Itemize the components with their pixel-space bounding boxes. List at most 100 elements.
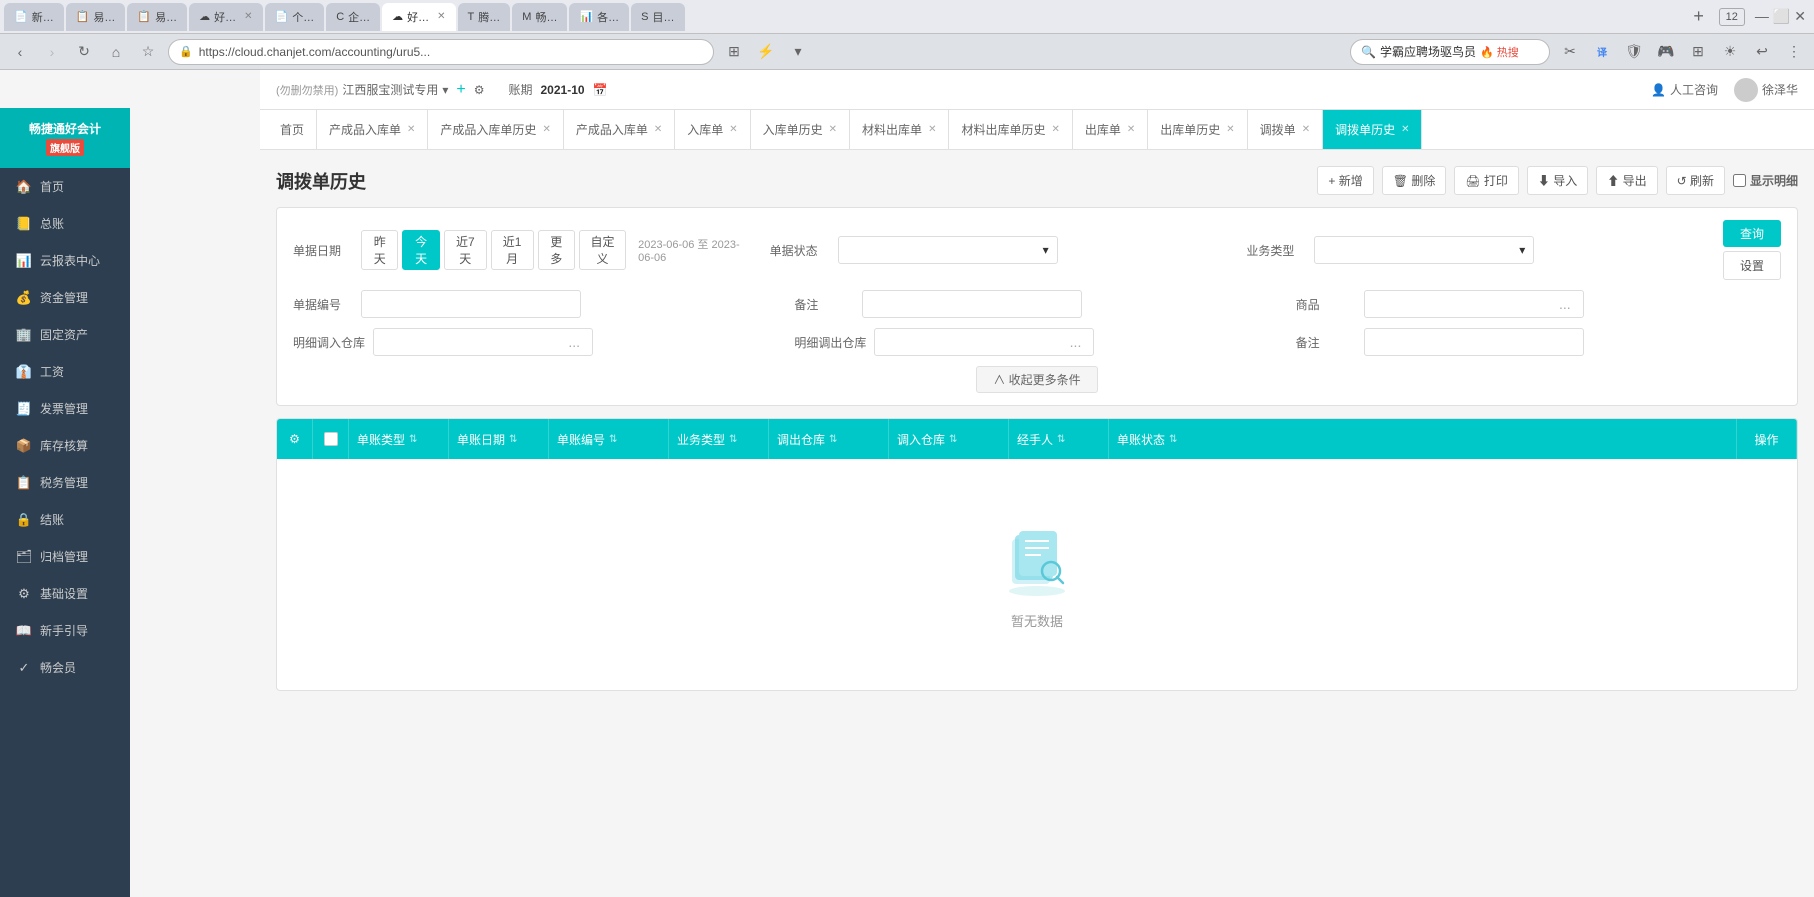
refresh-button[interactable]: ↺ 刷新 xyxy=(1666,166,1725,195)
tab-close-icon[interactable]: ✕ xyxy=(829,124,837,135)
page-tab-6[interactable]: 材料出库单✕ xyxy=(850,110,949,150)
dropdown-button[interactable]: ▾ xyxy=(786,40,810,64)
import-button[interactable]: ⬇ 导入 xyxy=(1527,166,1588,195)
th-date[interactable]: 单账日期 ⇅ xyxy=(449,419,549,459)
browser-tab-t7[interactable]: ☁好…✕ xyxy=(382,3,455,31)
support-button[interactable]: 👤 人工咨询 xyxy=(1651,81,1718,98)
yesterday-btn[interactable]: 昨天 xyxy=(361,230,398,270)
page-tab-5[interactable]: 入库单历史✕ xyxy=(751,110,850,150)
tab-close-icon[interactable]: ✕ xyxy=(928,124,936,135)
remark-input[interactable] xyxy=(862,290,1082,318)
grid-button[interactable]: ⊞ xyxy=(1686,40,1710,64)
setting-button[interactable]: 设置 xyxy=(1723,251,1781,280)
company-selector[interactable]: (勿删勿禁用) 江西服宝测试专用 ▾ xyxy=(276,81,448,98)
tab-close-icon[interactable]: ✕ xyxy=(654,124,662,135)
page-tab-0[interactable]: 首页 xyxy=(268,110,317,150)
sidebar-item-tax[interactable]: 📋税务管理 xyxy=(0,464,130,501)
page-tab-8[interactable]: 出库单✕ xyxy=(1073,110,1148,150)
lightning-button[interactable]: ⚡ xyxy=(754,40,778,64)
undo-button[interactable]: ↩ xyxy=(1750,40,1774,64)
tab-close-icon[interactable]: ✕ xyxy=(407,124,415,135)
sidebar-item-funds[interactable]: 💰资金管理 xyxy=(0,279,130,316)
sidebar-item-guide[interactable]: 📖新手引导 xyxy=(0,612,130,649)
browser-tab-t3[interactable]: 📋易… xyxy=(127,3,187,31)
browser-tab-t9[interactable]: M畅… xyxy=(512,3,567,31)
scissors-button[interactable]: ✂ xyxy=(1558,40,1582,64)
sidebar-item-home[interactable]: 🏠首页 xyxy=(0,168,130,205)
th-no[interactable]: 单账编号 ⇅ xyxy=(549,419,669,459)
page-tab-2[interactable]: 产成品入库单历史✕ xyxy=(428,110,563,150)
reload-button[interactable]: ↻ xyxy=(72,40,96,64)
sidebar-item-closing[interactable]: 🔒结账 xyxy=(0,501,130,538)
custom-btn[interactable]: 自定义 xyxy=(579,230,626,270)
biztype-select[interactable]: ▾ xyxy=(1314,236,1534,264)
th-status[interactable]: 单账状态 ⇅ xyxy=(1109,419,1737,459)
search-bar[interactable]: 🔍 学霸应聘场驱鸟员 🔥 热搜 xyxy=(1350,39,1550,65)
note-input[interactable] xyxy=(1364,328,1584,356)
1month-btn[interactable]: 近1月 xyxy=(491,230,534,270)
sidebar-item-inventory[interactable]: 📦库存核算 xyxy=(0,427,130,464)
browser-tab-t4[interactable]: ☁好…✕ xyxy=(189,3,262,31)
browser-tab-t11[interactable]: S目… xyxy=(631,3,684,31)
page-tab-7[interactable]: 材料出库单历史✕ xyxy=(949,110,1072,150)
export-button[interactable]: ⬆ 导出 xyxy=(1596,166,1657,195)
browser-tab-t2[interactable]: 📋易… xyxy=(66,3,126,31)
browser-tab-t8[interactable]: T腾… xyxy=(458,3,511,31)
sidebar-item-wages[interactable]: 👔工资 xyxy=(0,353,130,390)
tab-close-icon[interactable]: ✕ xyxy=(1127,124,1135,135)
calendar-icon[interactable]: 📅 xyxy=(593,83,608,97)
tab-close-icon[interactable]: ✕ xyxy=(1051,124,1059,135)
sidebar-item-assets[interactable]: 🏢固定资产 xyxy=(0,316,130,353)
collapse-button[interactable]: ∧ 收起更多条件 xyxy=(976,366,1097,393)
page-tab-11[interactable]: 调拨单历史✕ xyxy=(1323,110,1422,150)
settings-icon[interactable]: ⚙ xyxy=(474,83,485,97)
page-tab-10[interactable]: 调拨单✕ xyxy=(1248,110,1323,150)
delete-button[interactable]: 🗑 删除 xyxy=(1382,166,1447,195)
header-checkbox[interactable] xyxy=(324,432,338,446)
tab-close-icon[interactable]: ✕ xyxy=(1226,124,1234,135)
tab-close-icon[interactable]: ✕ xyxy=(1401,124,1409,135)
extensions-button[interactable]: ⊞ xyxy=(722,40,746,64)
status-select[interactable]: ▾ xyxy=(838,236,1058,264)
today-btn[interactable]: 今天 xyxy=(402,230,439,270)
browser-tab-t1[interactable]: 📄新… xyxy=(4,3,64,31)
th-in[interactable]: 调入仓库 ⇅ xyxy=(889,419,1009,459)
url-bar[interactable]: 🔒 https://cloud.chanjet.com/accounting/u… xyxy=(168,39,714,65)
display-detail-checkbox[interactable]: 显示明细 xyxy=(1733,172,1798,189)
tab-close-icon[interactable]: ✕ xyxy=(729,124,737,135)
tab-close-icon[interactable]: ✕ xyxy=(1302,124,1310,135)
tab-close-icon[interactable]: ✕ xyxy=(542,124,550,135)
display-detail-input[interactable] xyxy=(1733,174,1746,187)
th-type[interactable]: 单账类型 ⇅ xyxy=(349,419,449,459)
detail-in-ellipsis[interactable]: ... xyxy=(564,334,584,350)
add-company-button[interactable]: + xyxy=(456,81,465,99)
bookmark-button[interactable]: ☆ xyxy=(136,40,160,64)
sidebar-item-settings[interactable]: ⚙基础设置 xyxy=(0,575,130,612)
home-button[interactable]: ⌂ xyxy=(104,40,128,64)
sidebar-item-reports[interactable]: 📊云报表中心 xyxy=(0,242,130,279)
th-btype[interactable]: 业务类型 ⇅ xyxy=(669,419,769,459)
detail-out-ellipsis[interactable]: ... xyxy=(1066,334,1086,350)
th-gear[interactable]: ⚙ xyxy=(277,419,313,459)
query-button[interactable]: 查询 xyxy=(1723,220,1781,247)
sun-button[interactable]: ☀ xyxy=(1718,40,1742,64)
page-tab-9[interactable]: 出库单历史✕ xyxy=(1148,110,1247,150)
sidebar-item-invoice[interactable]: 🧾发票管理 xyxy=(0,390,130,427)
th-out[interactable]: 调出仓库 ⇅ xyxy=(769,419,889,459)
page-tab-4[interactable]: 入库单✕ xyxy=(675,110,750,150)
browser-tab-t5[interactable]: 📄个… xyxy=(265,3,325,31)
th-handler[interactable]: 经手人 ⇅ xyxy=(1009,419,1109,459)
more-btn[interactable]: 更多 xyxy=(538,230,575,270)
sidebar-item-archive[interactable]: 🗂归档管理 xyxy=(0,538,130,575)
goods-ellipsis[interactable]: ... xyxy=(1555,296,1575,312)
translate-button[interactable]: 译 xyxy=(1590,40,1614,64)
new-tab-button[interactable]: + xyxy=(1685,3,1713,31)
th-check[interactable] xyxy=(313,419,349,459)
new-button[interactable]: + 新增 xyxy=(1317,166,1373,195)
page-tab-1[interactable]: 产成品入库单✕ xyxy=(317,110,428,150)
page-tab-3[interactable]: 产成品入库单✕ xyxy=(564,110,675,150)
browser-tab-t10[interactable]: 📊各… xyxy=(569,3,629,31)
browser-tab-t6[interactable]: C企… xyxy=(326,3,380,31)
shield-button[interactable]: 🛡 xyxy=(1622,40,1646,64)
print-button[interactable]: 🖨 打印 xyxy=(1454,166,1519,195)
